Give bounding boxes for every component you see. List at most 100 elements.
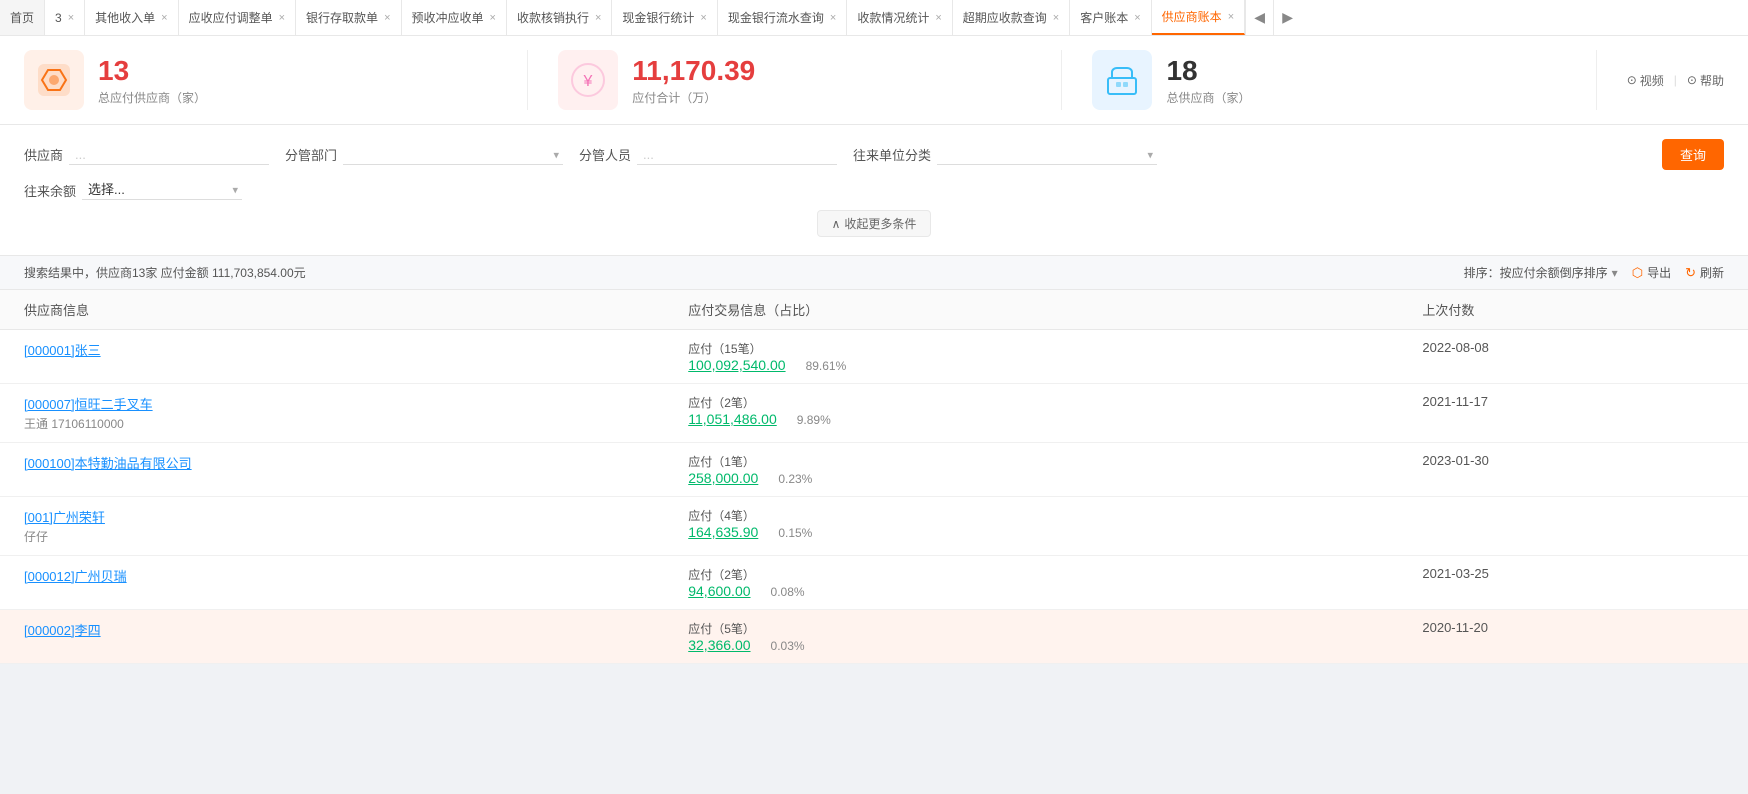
payable-count: 应付（15笔） — [688, 340, 1374, 357]
nav-tab-bank[interactable]: 银行存取款单 × — [296, 0, 401, 35]
dept-filter-label: 分管部门 — [285, 145, 337, 164]
supplier-link[interactable]: [000007]恒旺二手叉车 — [24, 397, 153, 412]
nav-prev-arrow[interactable]: ◀ — [1245, 0, 1273, 36]
supplier-sub-info: 王通 17106110000 — [24, 415, 640, 432]
all-suppliers-label: 总供应商（家） — [1166, 89, 1250, 106]
filter-person: 分管人员 — [579, 145, 837, 165]
stat-payable-amount: ¥ 11,170.39 应付合计（万） — [558, 50, 1062, 110]
nav-tab-collection[interactable]: 收款核销执行 × — [507, 0, 612, 35]
payable-percentage: 0.03% — [771, 639, 805, 653]
last-pay-cell: 2021-11-17 — [1398, 384, 1748, 443]
svg-text:¥: ¥ — [583, 73, 593, 90]
close-icon[interactable]: × — [830, 12, 836, 24]
payable-cell: 应付（5笔）32,366.000.03% — [664, 610, 1398, 664]
nav-tab-3[interactable]: 3 × — [45, 0, 85, 35]
payable-amount-link[interactable]: 11,051,486.00 — [688, 411, 777, 427]
filter-row-2: 往来余额 选择... — [24, 180, 1724, 200]
help-link[interactable]: ⊙ 帮助 — [1687, 72, 1724, 89]
supplier-cell: [000002]李四 — [0, 610, 664, 664]
video-link[interactable]: ⊙ 视频 — [1627, 72, 1664, 89]
close-icon[interactable]: × — [1134, 12, 1140, 24]
video-icon: ⊙ — [1627, 73, 1637, 87]
result-bar: 搜索结果中，供应商13家 应付金额 111,703,854.00元 排序：按应付… — [0, 256, 1748, 290]
sort-tool[interactable]: 排序：按应付余额倒序排序 ▾ — [1464, 264, 1618, 281]
person-filter-input[interactable] — [637, 145, 837, 165]
table-row: [000007]恒旺二手叉车王通 17106110000应付（2笔）11,051… — [0, 384, 1748, 443]
collapse-icon: ∧ — [832, 217, 841, 231]
last-pay-cell: 2023-01-30 — [1398, 443, 1748, 497]
nav-tab-ar-adjust[interactable]: 应收应付调整单 × — [179, 0, 296, 35]
close-icon[interactable]: × — [700, 12, 706, 24]
dept-filter-select[interactable] — [343, 145, 563, 165]
nav-tab-advance[interactable]: 预收冲应收单 × — [402, 0, 507, 35]
balance-filter-label: 往来余额 — [24, 181, 76, 200]
last-pay-cell — [1398, 497, 1748, 556]
col-header-payable: 应付交易信息（占比） — [664, 290, 1398, 330]
close-icon[interactable]: × — [384, 12, 390, 24]
close-icon[interactable]: × — [279, 12, 285, 24]
last-pay-cell: 2020-11-20 — [1398, 610, 1748, 664]
collapse-button[interactable]: ∧ 收起更多条件 — [817, 210, 932, 237]
supplier-link[interactable]: [000100]本特勤油品有限公司 — [24, 456, 192, 471]
payable-amount-link[interactable]: 100,092,540.00 — [688, 357, 785, 373]
supplier-link[interactable]: [001]广州荣轩 — [24, 510, 105, 525]
close-icon[interactable]: × — [68, 12, 74, 24]
nav-tab-supplier-ledger[interactable]: 供应商账本 × — [1152, 0, 1245, 35]
close-icon[interactable]: × — [1053, 12, 1059, 24]
payable-amount-link[interactable]: 94,600.00 — [688, 583, 750, 599]
table-row: [000001]张三应付（15笔）100,092,540.0089.61%202… — [0, 330, 1748, 384]
filter-unit-type: 往来单位分类 — [853, 145, 1157, 165]
payable-amount-label: 应付合计（万） — [632, 89, 755, 106]
dept-select-wrapper — [343, 145, 563, 165]
payable-amount-icon: ¥ — [558, 50, 618, 110]
nav-next-arrow[interactable]: ▶ — [1273, 0, 1301, 36]
payable-count: 应付（4笔） — [688, 507, 1374, 524]
refresh-icon: ↻ — [1685, 265, 1696, 281]
last-pay-cell: 2021-03-25 — [1398, 556, 1748, 610]
balance-filter-select[interactable]: 选择... — [82, 180, 242, 200]
divider: | — [1674, 73, 1677, 87]
payable-cell: 应付（2笔）11,051,486.009.89% — [664, 384, 1398, 443]
supplier-link[interactable]: [000001]张三 — [24, 343, 101, 358]
filter-supplier: 供应商 — [24, 145, 269, 165]
payable-percentage: 0.23% — [778, 472, 812, 486]
supplier-table: 供应商信息 应付交易信息（占比） 上次付数 [000001]张三应付（15笔）1… — [0, 290, 1748, 664]
balance-select-wrapper: 选择... — [82, 180, 242, 200]
help-icon: ⊙ — [1687, 73, 1697, 87]
close-icon[interactable]: × — [595, 12, 601, 24]
nav-tab-other-income[interactable]: 其他收入单 × — [85, 0, 178, 35]
filter-dept: 分管部门 — [285, 145, 563, 165]
table-header-row: 供应商信息 应付交易信息（占比） 上次付数 — [0, 290, 1748, 330]
query-button[interactable]: 查询 — [1662, 139, 1724, 170]
nav-tab-collection-stats[interactable]: 收款情况统计 × — [847, 0, 952, 35]
sort-label: 排序：按应付余额倒序排序 — [1464, 264, 1608, 281]
nav-tab-home[interactable]: 首页 — [0, 0, 45, 35]
payable-amount-link[interactable]: 164,635.90 — [688, 524, 758, 540]
close-icon[interactable]: × — [935, 12, 941, 24]
all-suppliers-count: 18 — [1166, 55, 1250, 87]
payable-percentage: 0.15% — [778, 526, 812, 540]
table-row: [001]广州荣轩仔仔应付（4笔）164,635.900.15% — [0, 497, 1748, 556]
nav-tab-cash-stats[interactable]: 现金银行统计 × — [612, 0, 717, 35]
unit-select-wrapper — [937, 145, 1157, 165]
supplier-filter-input[interactable] — [69, 145, 269, 165]
nav-tab-cash-flow[interactable]: 现金银行流水查询 × — [718, 0, 847, 35]
nav-tab-overdue[interactable]: 超期应收款查询 × — [953, 0, 1070, 35]
payable-amount-link[interactable]: 32,366.00 — [688, 637, 750, 653]
unit-filter-select[interactable] — [937, 145, 1157, 165]
supplier-link[interactable]: [000012]广州贝瑞 — [24, 569, 127, 584]
stat-all-suppliers: 18 总供应商（家） — [1092, 50, 1596, 110]
export-tool[interactable]: ⬡ 导出 — [1632, 264, 1671, 281]
close-icon[interactable]: × — [161, 12, 167, 24]
filter-row-1: 供应商 分管部门 分管人员 往来单位分类 查询 — [24, 139, 1724, 170]
refresh-tool[interactable]: ↻ 刷新 — [1685, 264, 1724, 281]
payable-amount-link[interactable]: 258,000.00 — [688, 470, 758, 486]
close-icon[interactable]: × — [490, 12, 496, 24]
sort-arrow-icon: ▾ — [1612, 266, 1618, 280]
supplier-cell: [000007]恒旺二手叉车王通 17106110000 — [0, 384, 664, 443]
close-icon[interactable]: × — [1228, 11, 1234, 23]
payable-count: 应付（1笔） — [688, 453, 1374, 470]
payable-count: 应付（2笔） — [688, 394, 1374, 411]
supplier-link[interactable]: [000002]李四 — [24, 623, 101, 638]
nav-tab-customer-ledger[interactable]: 客户账本 × — [1070, 0, 1151, 35]
